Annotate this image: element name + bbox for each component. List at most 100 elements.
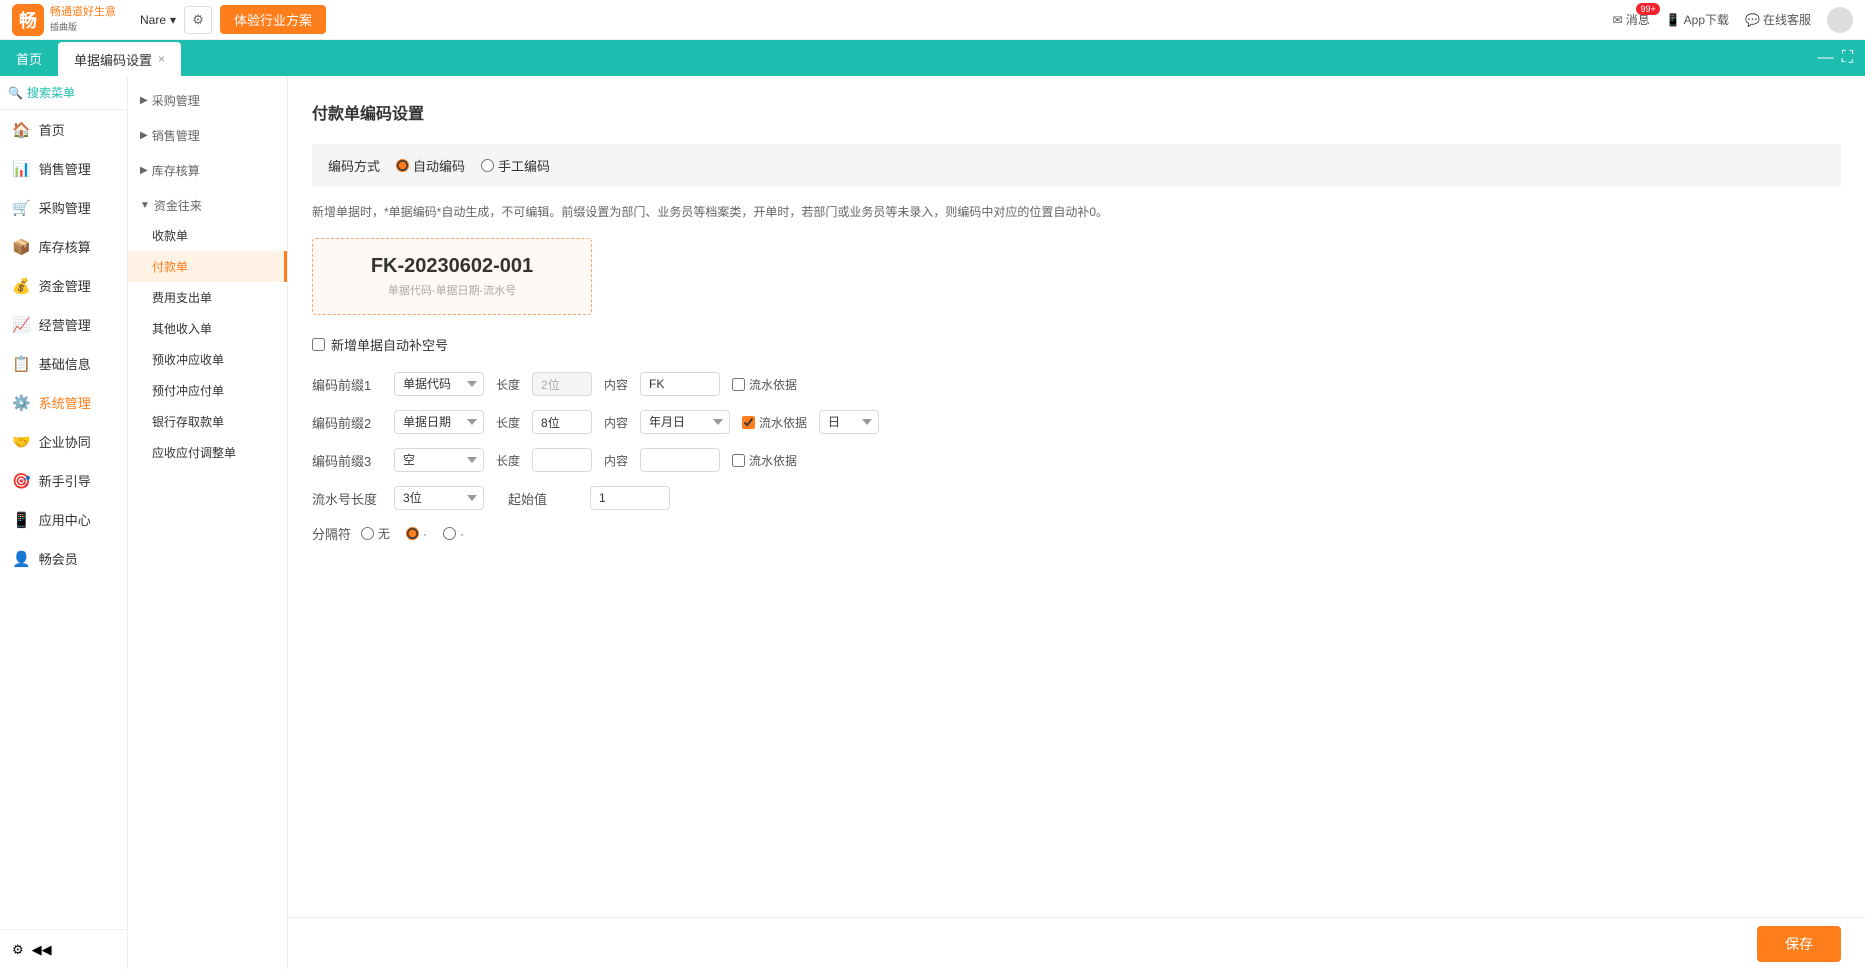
prefix3-content-input[interactable]	[640, 448, 720, 472]
sub-item-payment-label: 付款单	[152, 260, 188, 274]
sidebar-item-guide[interactable]: 🎯 新手引导	[0, 461, 127, 500]
tab-encoding[interactable]: 单据编码设置 ×	[58, 42, 181, 76]
sidebar-item-home[interactable]: 🏠 首页	[0, 110, 127, 149]
sidebar-item-member-label: 畅会员	[39, 549, 78, 568]
sub-group-purchase-title[interactable]: ▶ 采购管理	[128, 86, 287, 115]
sidebar-item-operations-label: 经营管理	[39, 315, 91, 334]
service-icon: 💬	[1745, 13, 1760, 27]
experience-button[interactable]: 体验行业方案	[220, 5, 326, 34]
sidebar-item-basic-info[interactable]: 📋 基础信息	[0, 344, 127, 383]
manual-code-radio[interactable]	[481, 159, 494, 172]
sub-item-prepaid-payable[interactable]: 预付冲应付单	[128, 375, 287, 406]
settings-button[interactable]: ⚙	[184, 6, 212, 34]
sub-item-payment[interactable]: 付款单	[128, 251, 287, 282]
prefix3-length-label: 长度	[496, 452, 520, 469]
prefix1-waterfall-checkbox[interactable]	[732, 378, 745, 391]
sub-group-inventory-title[interactable]: ▶ 库存核算	[128, 156, 287, 185]
prefix2-day-select[interactable]: 日	[819, 410, 879, 434]
sub-group-capital-label: 资金往来	[154, 197, 202, 214]
auto-code-radio-label[interactable]: 自动编码	[396, 156, 465, 175]
sep-radio-dash[interactable]: ·	[443, 527, 464, 541]
search-menu-label: 搜索菜单	[27, 84, 75, 101]
prefix3-length-input[interactable]	[532, 448, 592, 472]
prefix3-waterfall-label[interactable]: 流水依据	[732, 452, 797, 469]
save-button[interactable]: 保存	[1757, 926, 1841, 962]
message-icon: ✉	[1613, 13, 1623, 27]
coding-method-section: 编码方式 自动编码 手工编码	[312, 144, 1841, 187]
sub-group-sales-title[interactable]: ▶ 销售管理	[128, 121, 287, 150]
home-icon: 🏠	[12, 121, 31, 139]
settings-bottom-icon[interactable]: ⚙	[12, 942, 24, 958]
prefix3-select[interactable]: 空	[394, 448, 484, 472]
search-menu-button[interactable]: 🔍 搜索菜单	[0, 76, 127, 110]
tab-home[interactable]: 首页	[0, 40, 58, 76]
chevron-right-icon-2: ▶	[140, 130, 148, 141]
tab-home-label: 首页	[16, 49, 42, 68]
sep-radio-none[interactable]: 无	[361, 525, 390, 542]
sidebar-item-sales[interactable]: 📊 销售管理	[0, 149, 127, 188]
sub-item-bank-deposit[interactable]: 银行存取款单	[128, 406, 287, 437]
sidebar-item-app[interactable]: 📱 应用中心	[0, 500, 127, 539]
serial-length-select[interactable]: 3位	[394, 486, 484, 510]
message-button[interactable]: ✉ 消息 99+	[1613, 11, 1650, 28]
sidebar-item-home-label: 首页	[39, 120, 65, 139]
sidebar-item-system[interactable]: ⚙️ 系统管理	[0, 383, 127, 422]
prefix1-waterfall-label[interactable]: 流水依据	[732, 376, 797, 393]
collapse-icon[interactable]: ◀◀	[32, 942, 52, 958]
app-download-button[interactable]: 📱 App下载	[1666, 11, 1729, 28]
sub-item-other-income[interactable]: 其他收入单	[128, 313, 287, 344]
sep-radio-dash-input[interactable]	[443, 527, 456, 540]
sidebar-item-purchase[interactable]: 🛒 采购管理	[0, 188, 127, 227]
auto-fill-row: 新增单据自动补空号	[312, 335, 1841, 354]
chevron-down-icon-2: ▼	[140, 200, 150, 211]
code-preview-box: FK-20230602-001 单据代码-单据日期-流水号	[312, 238, 592, 315]
prefix2-waterfall-checkbox[interactable]	[742, 416, 755, 429]
auto-code-radio[interactable]	[396, 159, 409, 172]
company-name: Nare	[140, 13, 166, 27]
auto-fill-checkbox[interactable]	[312, 338, 325, 351]
sidebar-item-inventory[interactable]: 📦 库存核算	[0, 227, 127, 266]
sep-dash-label: ·	[460, 527, 464, 541]
prefix1-content-input[interactable]	[640, 372, 720, 396]
prefix3-waterfall-checkbox[interactable]	[732, 454, 745, 467]
prefix2-waterfall-label[interactable]: 流水依据	[742, 414, 807, 431]
sub-item-ar-ap-adjust[interactable]: 应收应付调整单	[128, 437, 287, 468]
prefix2-select[interactable]: 单据日期	[394, 410, 484, 434]
sidebar-item-sales-label: 销售管理	[39, 159, 91, 178]
sidebar-item-finance-label: 资金管理	[39, 276, 91, 295]
avatar[interactable]	[1827, 7, 1853, 33]
sidebar-item-operations[interactable]: 📈 经营管理	[0, 305, 127, 344]
tab-close-icon[interactable]: ×	[158, 52, 165, 66]
auto-code-label: 自动编码	[413, 156, 465, 175]
start-value-input[interactable]	[590, 486, 670, 510]
sep-radio-none-input[interactable]	[361, 527, 374, 540]
prefix2-length-input[interactable]	[532, 410, 592, 434]
sub-item-receipt[interactable]: 收款单	[128, 220, 287, 251]
minimize-icon[interactable]: —	[1818, 49, 1834, 67]
footer-bar: 保存	[288, 917, 1865, 969]
sidebar-item-app-label: 应用中心	[39, 510, 91, 529]
sub-group-capital-title[interactable]: ▼ 资金往来	[128, 191, 287, 220]
sub-item-receipt-label: 收款单	[152, 229, 188, 243]
sub-item-prepaid-receivable[interactable]: 预收冲应收单	[128, 344, 287, 375]
code-preview-main: FK-20230602-001	[337, 255, 567, 278]
company-selector[interactable]: Nare ▾	[140, 13, 176, 27]
sub-group-inventory: ▶ 库存核算	[128, 156, 287, 185]
manual-code-radio-label[interactable]: 手工编码	[481, 156, 550, 175]
sep-radio-dot[interactable]: ·	[406, 527, 427, 541]
sidebar-item-member[interactable]: 👤 畅会员	[0, 539, 127, 578]
prefix2-label: 编码前缀2	[312, 413, 382, 432]
prefix2-content-select[interactable]: 年月日	[640, 410, 730, 434]
prefix1-select[interactable]: 单据代码	[394, 372, 484, 396]
online-service-button[interactable]: 💬 在线客服	[1745, 11, 1811, 28]
sub-item-expense[interactable]: 费用支出单	[128, 282, 287, 313]
sep-radio-dot-input[interactable]	[406, 527, 419, 540]
sub-group-inventory-label: 库存核算	[152, 162, 200, 179]
expand-icon[interactable]: ⛶	[1842, 49, 1853, 67]
sep-none-label: 无	[378, 525, 390, 542]
operations-icon: 📈	[12, 316, 31, 334]
sidebar-item-basic-info-label: 基础信息	[39, 354, 91, 373]
sidebar-item-finance[interactable]: 💰 资金管理	[0, 266, 127, 305]
sidebar-item-system-label: 系统管理	[39, 393, 91, 412]
sidebar-item-enterprise[interactable]: 🤝 企业协同	[0, 422, 127, 461]
